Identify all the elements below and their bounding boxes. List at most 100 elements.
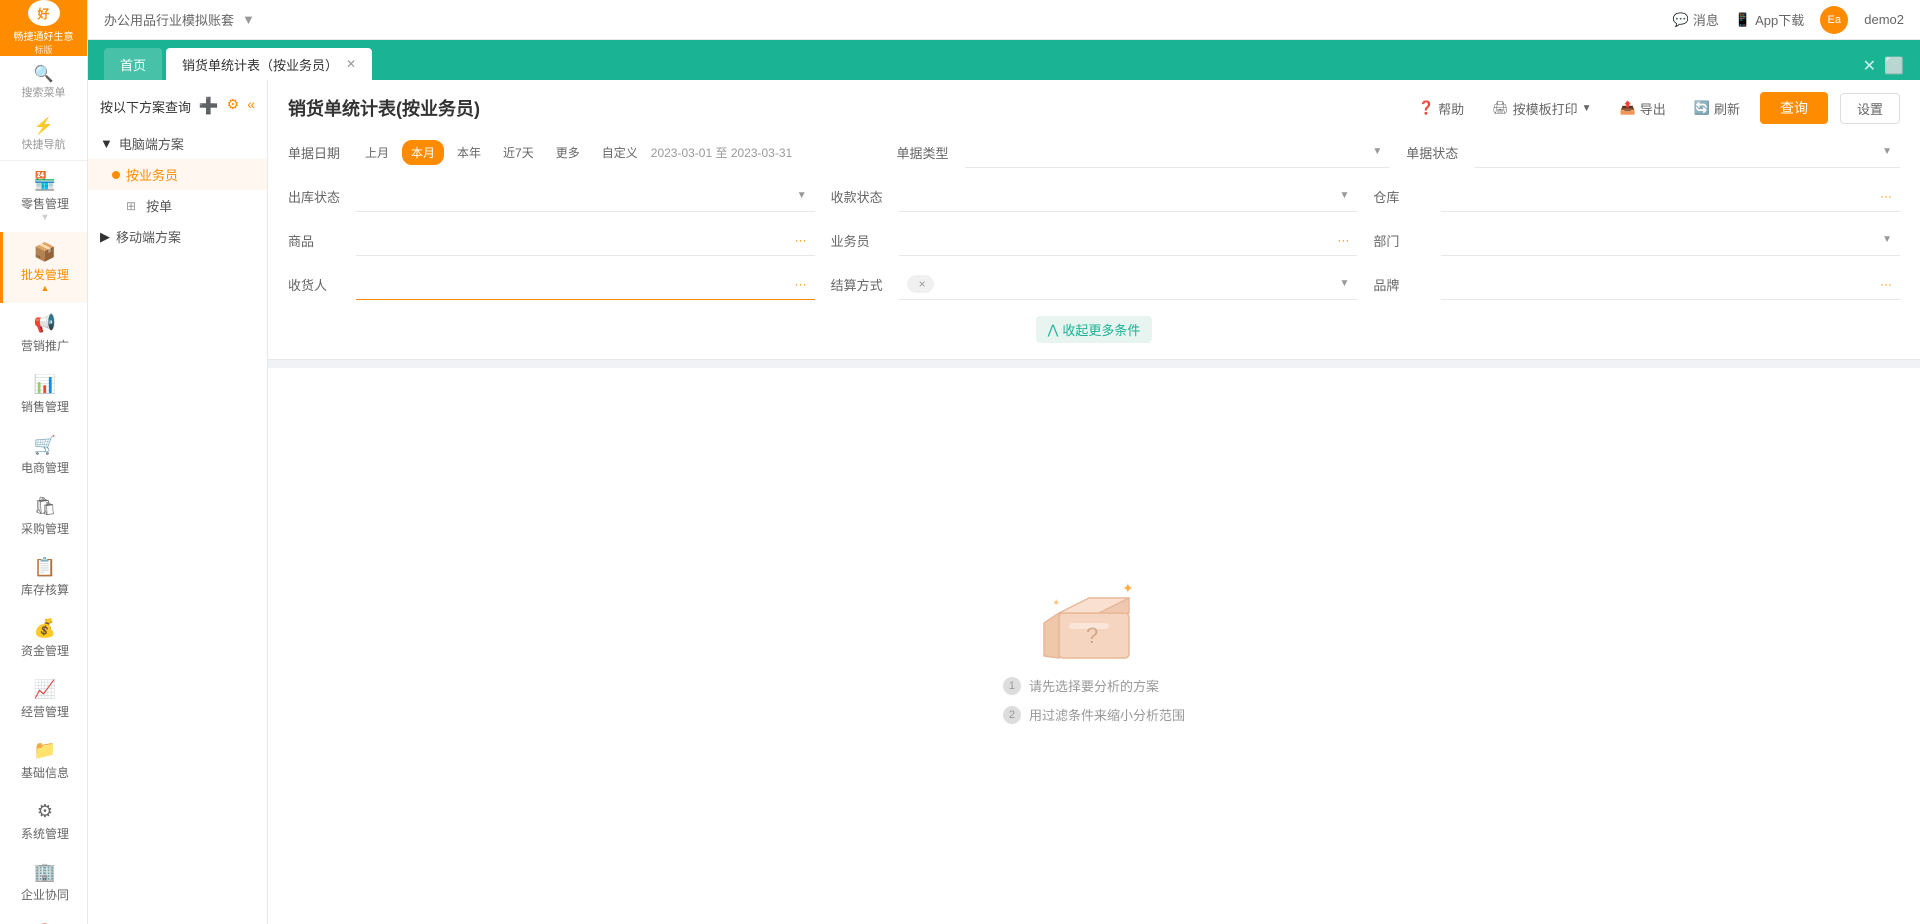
app-download-btn[interactable]: 📱 App下载 bbox=[1735, 10, 1804, 29]
date-btn-thisyear[interactable]: 本年 bbox=[448, 140, 490, 165]
sidebar-item-sales[interactable]: 📊 销售管理 bbox=[0, 364, 87, 425]
sidebar-item-wholesale[interactable]: 📦 批发管理 ▲ bbox=[0, 232, 87, 303]
filter-row-4: 收货人 ··· 结算方式 × bbox=[288, 268, 1900, 300]
tree-child-order-label: 按单 bbox=[146, 196, 172, 215]
settlement-input[interactable]: × ▼ bbox=[899, 268, 1358, 300]
department-input[interactable]: ▼ bbox=[1441, 224, 1900, 256]
filter-tree: ▼ 电脑端方案 按业务员 ⊞ 按单 ▶ 移动端方案 bbox=[88, 124, 267, 256]
refresh-btn[interactable]: 🔄 刷新 bbox=[1686, 95, 1748, 122]
tab-home[interactable]: 首页 bbox=[104, 48, 162, 80]
tab-close-icon[interactable]: ✕ bbox=[346, 57, 356, 71]
doctype-dropdown-icon: ▼ bbox=[1372, 146, 1382, 157]
warehouse-input[interactable]: ··· bbox=[1441, 180, 1900, 212]
app-logo[interactable]: 好 畅捷通好生意 标版 bbox=[0, 0, 88, 56]
filter-field-outstatus: 出库状态 ▼ bbox=[288, 180, 815, 212]
doctype-input[interactable]: ▼ bbox=[965, 136, 1391, 168]
username: demo2 bbox=[1864, 12, 1904, 27]
add-scheme-icon[interactable]: ➕ bbox=[199, 96, 219, 116]
department-dropdown-icon: ▼ bbox=[1882, 234, 1892, 245]
sidebar-item-ecommerce[interactable]: 🛒 电商管理 bbox=[0, 425, 87, 486]
message-icon: 💬 bbox=[1673, 12, 1689, 28]
warehouse-label: 仓库 bbox=[1373, 187, 1433, 206]
collapse-label: 收起更多条件 bbox=[1062, 320, 1140, 339]
tab-restore-icon[interactable]: ⬜ bbox=[1884, 56, 1904, 76]
user-avatar[interactable]: Ea bbox=[1820, 6, 1848, 34]
collapse-panel-icon[interactable]: « bbox=[247, 96, 255, 116]
warehouse-more-icon[interactable]: ··· bbox=[1880, 189, 1892, 203]
help-btn[interactable]: ❓ 帮助 bbox=[1410, 95, 1472, 122]
basic-icon: 📁 bbox=[34, 740, 56, 761]
tree-expand-icon-mobile: ▶ bbox=[100, 229, 110, 245]
logo-subtitle: 标版 bbox=[34, 43, 52, 56]
tree-child-salesperson[interactable]: 按业务员 bbox=[88, 159, 267, 190]
date-btn-lastmonth[interactable]: 上月 bbox=[356, 140, 398, 165]
message-btn[interactable]: 💬 消息 bbox=[1673, 10, 1719, 29]
brand-more-icon[interactable]: ··· bbox=[1880, 277, 1892, 291]
refresh-icon: 🔄 bbox=[1694, 100, 1710, 116]
sidebar-item-enterprise[interactable]: 🏢 企业协同 bbox=[0, 852, 87, 913]
tab-report[interactable]: 销货单统计表（按业务员） ✕ bbox=[166, 48, 372, 80]
brand-label: 品牌 bbox=[1373, 275, 1433, 294]
tree-node-mobile[interactable]: ▶ 移动端方案 bbox=[88, 221, 267, 252]
ecommerce-icon: 🛒 bbox=[34, 435, 56, 456]
topbar-left: 办公用品行业模拟账套 ▼ bbox=[104, 10, 255, 29]
receiver-input[interactable]: ··· bbox=[356, 268, 815, 300]
edit-scheme-icon[interactable]: ⚙ bbox=[227, 96, 240, 116]
filter-field-collectstatus: 收款状态 ▼ bbox=[831, 180, 1358, 212]
sidebar-item-operations[interactable]: 📈 经营管理 bbox=[0, 669, 87, 730]
docstatus-label: 单据状态 bbox=[1406, 143, 1466, 162]
salesperson-label: 业务员 bbox=[831, 231, 891, 250]
date-btn-thismonth[interactable]: 本月 bbox=[402, 140, 444, 165]
date-label: 单据日期 bbox=[288, 143, 348, 162]
sidebar-item-purchase[interactable]: 🛍 采购管理 bbox=[0, 486, 87, 547]
tab-close-all-icon[interactable]: ✕ bbox=[1863, 56, 1876, 76]
filter-field-receiver: 收货人 ··· bbox=[288, 268, 815, 300]
topbar-right: 💬 消息 📱 App下载 Ea demo2 bbox=[1673, 6, 1904, 34]
settings-btn[interactable]: 设置 bbox=[1840, 93, 1900, 124]
collectstatus-input[interactable]: ▼ bbox=[899, 180, 1358, 212]
tree-child-order[interactable]: ⊞ 按单 bbox=[88, 190, 267, 221]
sidebar-item-marketing[interactable]: 📢 营销推广 bbox=[0, 303, 87, 364]
outstatus-input[interactable]: ▼ bbox=[356, 180, 815, 212]
date-btn-7days[interactable]: 近7天 bbox=[494, 140, 543, 165]
filter-field-settlement: 结算方式 × ▼ bbox=[831, 268, 1358, 300]
docstatus-input[interactable]: ▼ bbox=[1474, 136, 1900, 168]
print-icon: 🖨 bbox=[1492, 100, 1509, 116]
settlement-tag-close[interactable]: × bbox=[919, 277, 926, 291]
sidebar-item-basic[interactable]: 📁 基础信息 bbox=[0, 730, 87, 791]
settlement-label: 结算方式 bbox=[831, 275, 891, 294]
goods-input[interactable]: ··· bbox=[356, 224, 815, 256]
print-btn[interactable]: 🖨 按模板打印 ▼ bbox=[1484, 95, 1599, 122]
salesperson-more-icon[interactable]: ··· bbox=[1337, 233, 1349, 247]
date-range-display: 2023-03-01 至 2023-03-31 bbox=[651, 144, 792, 161]
home-tab-label: 首页 bbox=[120, 55, 146, 74]
quick-nav[interactable]: ⚡ 快捷导航 bbox=[0, 108, 87, 161]
industry-dropdown-icon[interactable]: ▼ bbox=[242, 12, 255, 27]
collapse-btn[interactable]: ⋀ 收起更多条件 bbox=[1036, 316, 1153, 343]
search-menu[interactable]: 🔍 搜索菜单 bbox=[18, 56, 70, 108]
date-btn-custom[interactable]: 自定义 bbox=[593, 140, 647, 165]
sidebar-item-newbie[interactable]: 🎯 新手引导 bbox=[0, 913, 87, 924]
page-title-row: 销货单统计表(按业务员) ❓ 帮助 🖨 按模板打印 ▼ 📤 bbox=[288, 92, 1900, 124]
step2-badge: 2 bbox=[1003, 706, 1021, 724]
goods-more-icon[interactable]: ··· bbox=[795, 233, 807, 247]
retail-icon: 🏪 bbox=[34, 171, 56, 192]
help-icon: ❓ bbox=[1418, 100, 1434, 116]
sidebar-item-finance[interactable]: 💰 资金管理 bbox=[0, 608, 87, 669]
tree-expand-icon: ▼ bbox=[100, 136, 113, 151]
salesperson-input[interactable]: ··· bbox=[899, 224, 1358, 256]
sidebar-item-system[interactable]: ⚙ 系统管理 bbox=[0, 791, 87, 852]
receiver-more-icon[interactable]: ··· bbox=[795, 277, 807, 291]
tree-node-desktop[interactable]: ▼ 电脑端方案 bbox=[88, 128, 267, 159]
export-btn[interactable]: 📤 导出 bbox=[1612, 95, 1674, 122]
brand-input[interactable]: ··· bbox=[1441, 268, 1900, 300]
sidebar-item-retail[interactable]: 🏪 零售管理 ▼ bbox=[0, 161, 87, 232]
sidebar-item-inventory[interactable]: 📋 库存核算 bbox=[0, 547, 87, 608]
filter-panel-title: 按以下方案查询 bbox=[100, 97, 191, 116]
empty-hint-2: 2 用过滤条件来缩小分析范围 bbox=[1003, 705, 1185, 724]
date-selector: 上月 本月 本年 近7天 更多 自定义 2023-03-01 至 2023-03… bbox=[356, 140, 881, 165]
order-icon: ⊞ bbox=[126, 199, 136, 213]
date-btn-more[interactable]: 更多 bbox=[547, 140, 589, 165]
query-btn[interactable]: 查询 bbox=[1760, 92, 1828, 124]
svg-text:✦: ✦ bbox=[1052, 598, 1060, 609]
